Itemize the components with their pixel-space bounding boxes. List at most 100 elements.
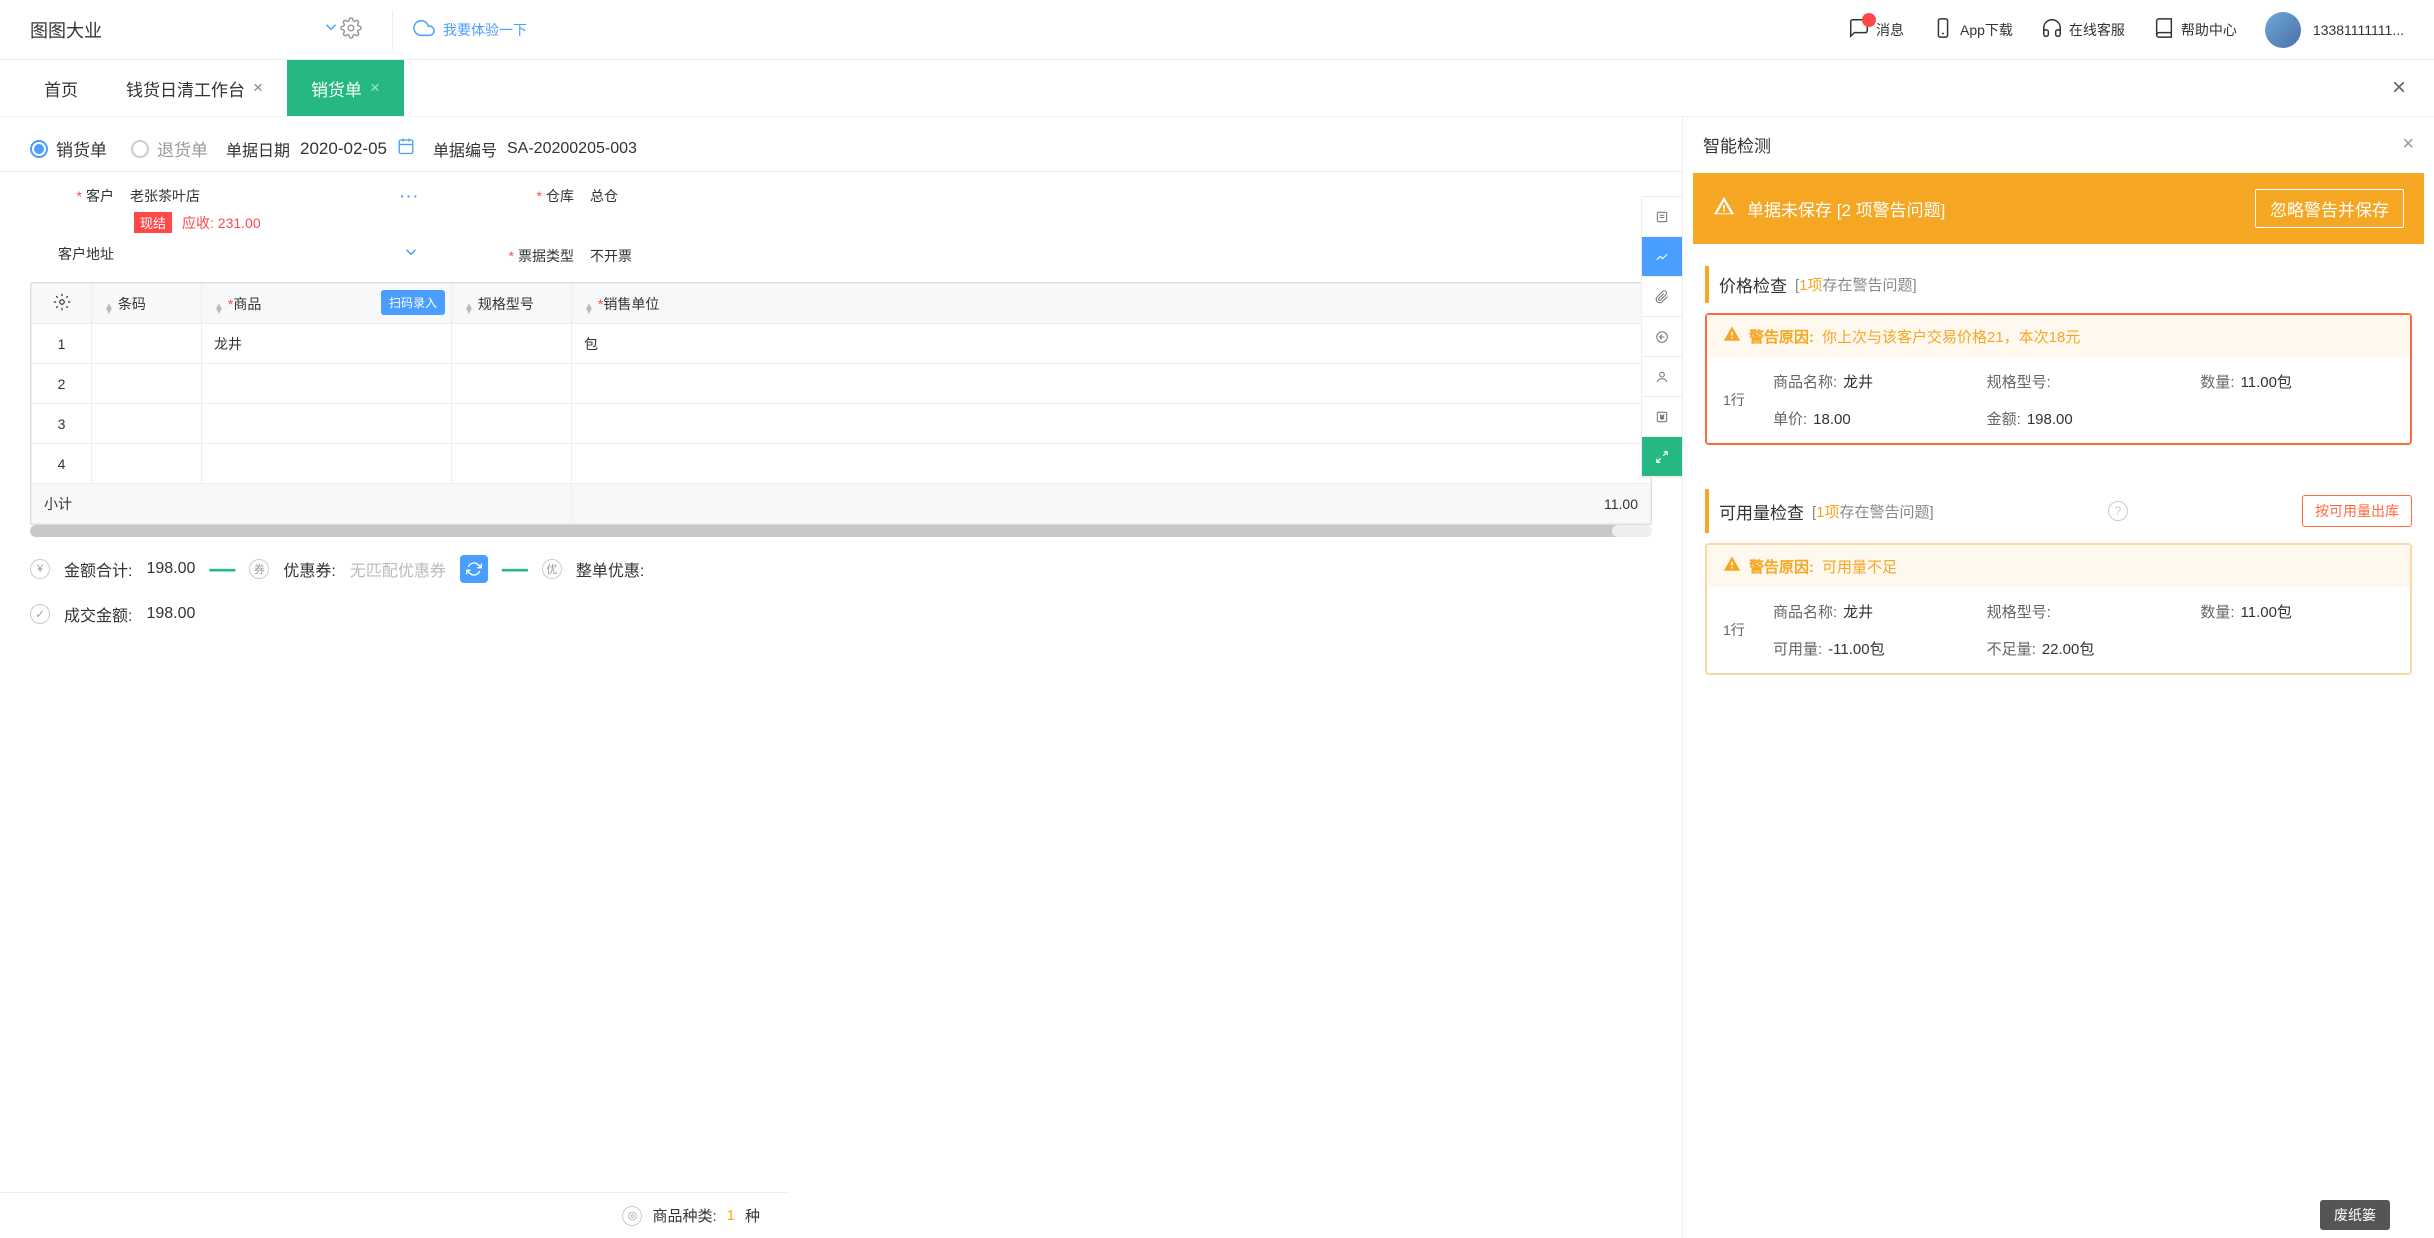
tab-label: 首页 — [44, 76, 78, 101]
help-center-link[interactable]: 帮助中心 — [2153, 17, 2237, 42]
horizontal-scrollbar[interactable] — [30, 525, 1652, 537]
sort-icon: ▲▼ — [464, 304, 474, 314]
tool-expand-icon[interactable] — [1642, 437, 1682, 477]
currency-icon: ¥ — [30, 559, 50, 579]
tab-workbench[interactable]: 钱货日清工作台 × — [102, 60, 287, 116]
tool-money-icon[interactable]: ¥ — [1642, 397, 1682, 437]
date-input[interactable]: 2020-02-05 — [300, 139, 387, 159]
settings-gear-icon[interactable] — [340, 17, 362, 42]
subtotal-label: 小计 — [32, 484, 572, 524]
refresh-button[interactable] — [460, 555, 488, 583]
separator-icon: — — [502, 553, 528, 584]
help-icon[interactable]: ? — [2108, 501, 2128, 521]
left-panel: 销货单 退货单 单据日期 2020-02-05 单据编号 SA-20200205… — [0, 116, 1682, 1238]
form-fields-row: *客户 老张茶叶店 ··· 现结 应收: 231.00 客户地址 — [0, 172, 1682, 266]
radio-icon — [131, 140, 149, 158]
side-toolbar: ¥ — [1641, 196, 1682, 478]
phone-icon — [1932, 17, 1954, 42]
customer-select[interactable]: 老张茶叶店 ··· — [130, 186, 420, 206]
warehouse-select[interactable]: 总仓 — [590, 186, 790, 206]
company-selector[interactable]: 图图大业 — [30, 17, 340, 43]
reason-label: 警告原因: — [1749, 556, 1814, 577]
tabs-bar: 首页 钱货日清工作台 × 销货单× × — [0, 60, 2434, 116]
tool-history-icon[interactable] — [1642, 317, 1682, 357]
close-icon[interactable]: × — [2402, 133, 2414, 156]
tool-profile-icon[interactable] — [1642, 357, 1682, 397]
row-indicator: 1行 — [1723, 371, 1773, 429]
coupon-input[interactable]: 无匹配优惠券 — [350, 557, 446, 581]
radio-label: 销货单 — [56, 136, 107, 161]
chevron-down-icon[interactable] — [402, 243, 420, 264]
help-label: 帮助中心 — [2181, 20, 2237, 40]
section-title: 可用量检查 — [1719, 499, 1804, 524]
col-barcode[interactable]: ▲▼条码 — [92, 284, 202, 324]
ship-by-available-button[interactable]: 按可用量出库 — [2302, 495, 2412, 527]
invoice-select[interactable]: 不开票 — [590, 246, 790, 266]
trial-link[interactable]: 我要体验一下 — [392, 10, 527, 50]
scan-button[interactable]: 扫码录入 — [381, 290, 445, 315]
cloud-icon — [413, 17, 435, 42]
warning-reason: 警告原因: 可用量不足 — [1707, 545, 2410, 587]
tab-home[interactable]: 首页 — [20, 60, 102, 116]
receivable-value: 231.00 — [218, 215, 261, 231]
radio-return[interactable]: 退货单 — [131, 136, 208, 161]
alert-banner: 单据未保存 [2 项警告问题] 忽略警告并保存 — [1693, 173, 2424, 244]
col-product[interactable]: ▲▼*商品扫码录入 — [202, 284, 452, 324]
app-label: App下载 — [1960, 20, 2013, 40]
warning-icon — [1723, 555, 1741, 577]
table-row[interactable]: 2 — [32, 364, 1651, 404]
subtotal-row: 小计11.00 — [32, 484, 1651, 524]
docno-label: 单据编号 — [433, 137, 497, 161]
tool-chart-icon[interactable] — [1642, 237, 1682, 277]
address-field: 客户地址 — [30, 243, 420, 264]
tab-sales-order[interactable]: 销货单× — [287, 60, 404, 116]
messages-link[interactable]: 消息 — [1848, 17, 1904, 42]
cell-unit[interactable]: 包 — [572, 324, 1651, 364]
warning-icon — [1713, 195, 1735, 222]
price-warning-card: 警告原因: 你上次与该客户交易价格21，本次18元 1行 商品名称:龙井 规格型… — [1705, 313, 2412, 445]
price-check-section: 价格检查 [1项存在警告问题] 警告原因: 你上次与该客户交易价格21，本次18… — [1693, 254, 2424, 457]
close-icon[interactable]: × — [370, 78, 380, 98]
table-row[interactable]: 4 — [32, 444, 1651, 484]
tool-list-icon[interactable] — [1642, 197, 1682, 237]
warning-reason: 警告原因: 你上次与该客户交易价格21，本次18元 — [1707, 315, 2410, 357]
top-header: 图图大业 我要体验一下 消息 App下载 在线客服 帮助中心 133811111… — [0, 0, 2434, 60]
avatar[interactable] — [2265, 12, 2301, 48]
coupon-icon: 券 — [249, 559, 269, 579]
username-label[interactable]: 13381111111... — [2313, 22, 2404, 38]
availability-check-title: 可用量检查 [1项存在警告问题] ? 按可用量出库 — [1705, 489, 2412, 533]
section-hint: [1项存在警告问题] — [1812, 501, 1934, 522]
sort-icon: ▲▼ — [214, 304, 224, 314]
customer-value: 老张茶叶店 — [130, 186, 200, 206]
table-row[interactable]: 1龙井包 — [32, 324, 1651, 364]
radio-sales[interactable]: 销货单 — [30, 136, 107, 161]
svg-text:¥: ¥ — [1660, 414, 1664, 421]
discount-icon: 优 — [542, 559, 562, 579]
ellipsis-icon[interactable]: ··· — [400, 188, 420, 204]
tool-attachment-icon[interactable] — [1642, 277, 1682, 317]
col-settings[interactable] — [32, 284, 92, 324]
tab-label: 钱货日清工作台 — [126, 76, 245, 101]
address-select[interactable] — [130, 243, 420, 264]
trash-button[interactable]: 废纸篓 — [2320, 1200, 2390, 1230]
summary-section: ¥ 金额合计: 198.00 — 券 优惠券: 无匹配优惠券 — 优 整单优惠:… — [0, 537, 1682, 642]
chevron-down-icon — [322, 18, 340, 41]
customer-service-link[interactable]: 在线客服 — [2041, 17, 2125, 42]
settle-badge: 现结 — [134, 212, 172, 233]
col-unit[interactable]: ▲▼*销售单位 — [572, 284, 1651, 324]
price-check-title: 价格检查 [1项存在警告问题] — [1705, 266, 2412, 303]
customer-label: *客户 — [30, 186, 114, 206]
close-all-icon[interactable]: × — [2384, 74, 2414, 102]
coupon-label: 优惠券: — [283, 557, 335, 581]
cell-product[interactable]: 龙井 — [202, 324, 452, 364]
app-download-link[interactable]: App下载 — [1932, 17, 2013, 42]
warning-details: 商品名称:龙井 规格型号: 数量:11.00包 可用量:-11.00包 不足量:… — [1773, 601, 2394, 659]
table-row[interactable]: 3 — [32, 404, 1651, 444]
close-icon[interactable]: × — [253, 78, 263, 98]
col-spec[interactable]: ▲▼规格型号 — [452, 284, 572, 324]
deal-icon: ✓ — [30, 604, 50, 624]
messages-label: 消息 — [1876, 20, 1904, 40]
availability-check-section: 可用量检查 [1项存在警告问题] ? 按可用量出库 警告原因: 可用量不足 1行… — [1693, 477, 2424, 687]
ignore-save-button[interactable]: 忽略警告并保存 — [2255, 189, 2404, 228]
calendar-icon[interactable] — [397, 137, 415, 160]
